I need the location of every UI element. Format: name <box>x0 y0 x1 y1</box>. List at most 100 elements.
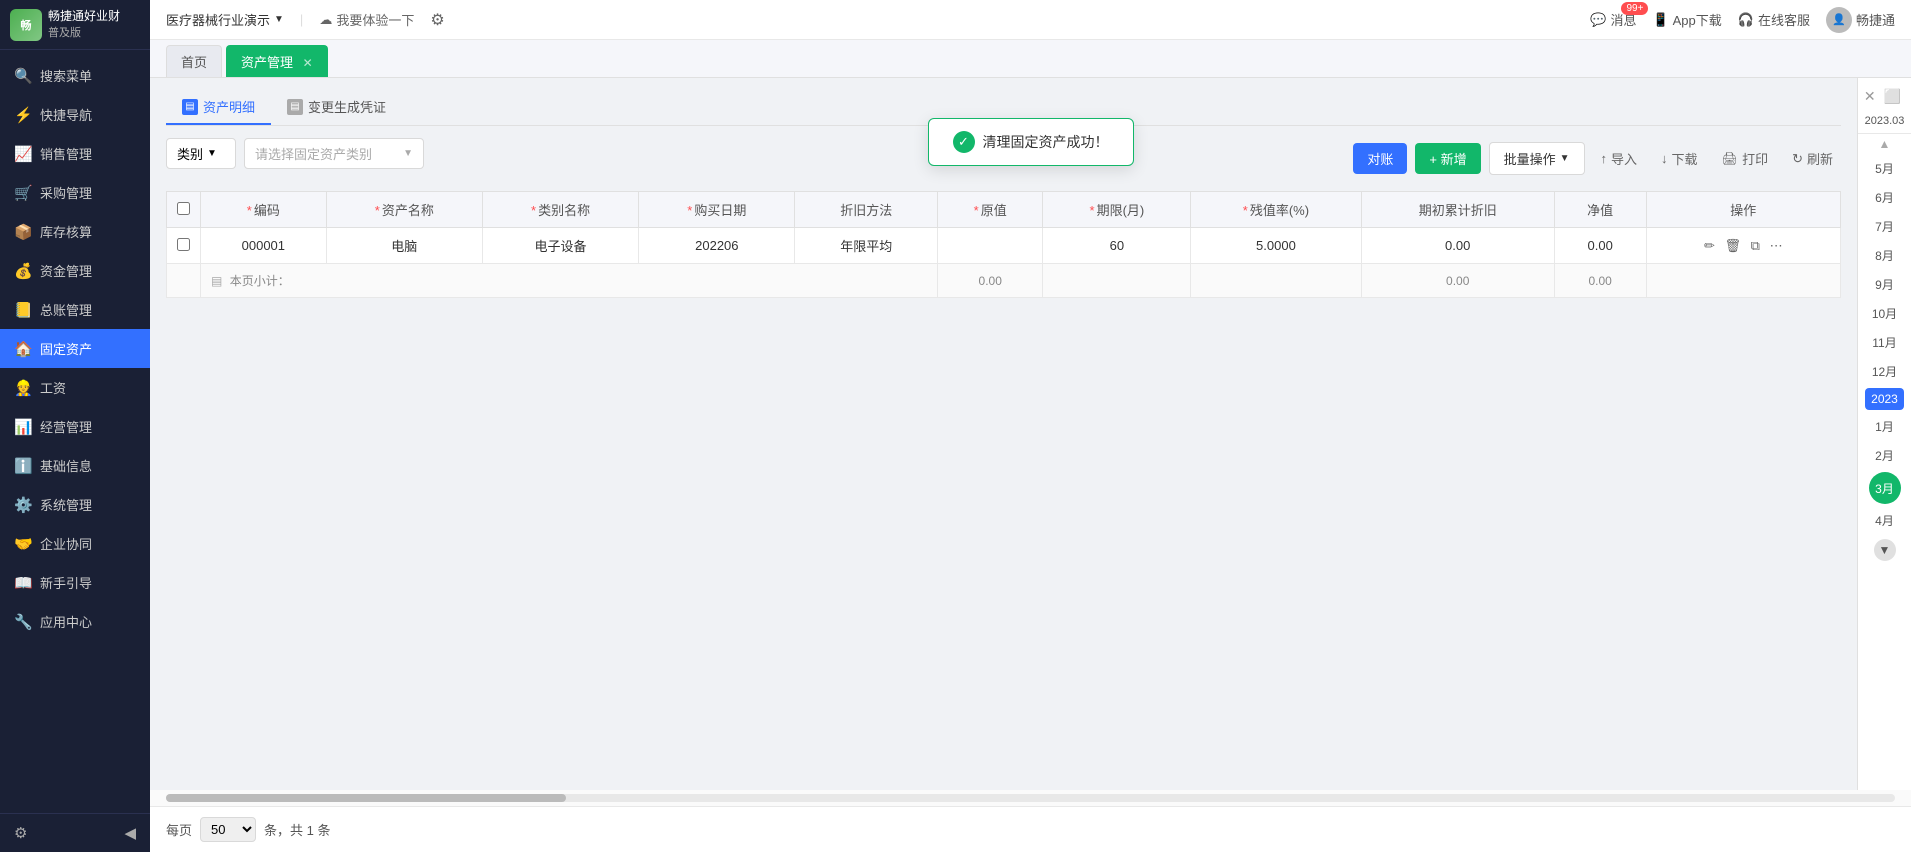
user-btn[interactable]: 👤 畅捷通 <box>1826 7 1895 33</box>
sidebar-item-guide[interactable]: 📖 新手引导 <box>0 563 150 602</box>
sidebar-item-inventory[interactable]: 📦 库存核算 <box>0 212 150 251</box>
category-value-filter[interactable]: 请选择固定资产类别 ▼ <box>244 138 424 169</box>
month-item-11[interactable]: 11月 <box>1858 328 1911 357</box>
month-item-3-active[interactable]: 3月 <box>1869 472 1901 504</box>
app-download-btn[interactable]: 📱 App下载 <box>1652 10 1721 29</box>
category-filter[interactable]: 类别 ▼ <box>166 138 236 169</box>
right-panel-scroll-down[interactable]: ▼ <box>1874 539 1896 561</box>
tab-close-icon[interactable]: ✕ <box>303 56 313 70</box>
avatar: 👤 <box>1826 7 1852 33</box>
col-period: *期限(月) <box>1043 192 1191 228</box>
print-button[interactable]: 🖨 打印 <box>1714 143 1777 174</box>
toast-check-icon: ✓ <box>953 131 975 153</box>
row-checkbox[interactable] <box>177 238 190 251</box>
service-icon: 🎧 <box>1738 12 1754 28</box>
sub-tab-asset-detail[interactable]: ▤ 资产明细 <box>166 90 271 125</box>
sidebar-item-basic-info[interactable]: ℹ️ 基础信息 <box>0 446 150 485</box>
experience-btn[interactable]: ☁ 我要体验一下 <box>319 10 414 29</box>
topbar: 医疗器械行业演示 ▼ | ☁ 我要体验一下 ⚙ 💬 消息 99+ 📱 App下载… <box>150 0 1911 40</box>
tab-home-label: 首页 <box>181 55 207 70</box>
month-item-1[interactable]: 1月 <box>1858 412 1911 441</box>
subtotal-row: ▤ 本页小计： 0.00 0.00 0.00 <box>167 264 1841 298</box>
right-panel-close-icon[interactable]: ✕ <box>1860 84 1880 109</box>
dui-zhang-button[interactable]: 对账 <box>1353 143 1407 174</box>
subtotal-initial-dep: 0.00 <box>1361 264 1554 298</box>
sidebar-item-quick-nav[interactable]: ⚡ 快捷导航 <box>0 95 150 134</box>
per-page-select[interactable]: 50 10 20 100 <box>200 817 256 842</box>
sidebar-item-operations[interactable]: 📊 经营管理 <box>0 407 150 446</box>
sidebar-item-payroll[interactable]: 👷 工资 <box>0 368 150 407</box>
sidebar-item-fixed-assets[interactable]: 🏠 固定资产 <box>0 329 150 368</box>
month-item-12[interactable]: 12月 <box>1858 357 1911 386</box>
total-label: 条，共 1 条 <box>264 820 330 839</box>
month-item-2[interactable]: 2月 <box>1858 441 1911 470</box>
sidebar-item-system[interactable]: ⚙️ 系统管理 <box>0 485 150 524</box>
month-item-6[interactable]: 6月 <box>1858 183 1911 212</box>
scroll-bar-wrap <box>150 790 1911 806</box>
operations-icon: 📊 <box>14 418 32 436</box>
right-panel-expand-icon[interactable]: ⬜ <box>1880 84 1905 109</box>
sidebar-item-label: 库存核算 <box>40 222 92 241</box>
delete-icon[interactable]: 🗑 <box>1725 238 1742 253</box>
sidebar-item-label: 搜索菜单 <box>40 66 92 85</box>
tab-asset-management[interactable]: 资产管理 ✕ <box>226 45 328 77</box>
download-button[interactable]: ↓ 下载 <box>1653 143 1706 174</box>
more-icon[interactable]: ⋯ <box>1770 238 1783 253</box>
sidebar-item-purchase[interactable]: 🛒 采购管理 <box>0 173 150 212</box>
copy-icon[interactable]: ⧉ <box>1751 238 1760 253</box>
month-item-10[interactable]: 10月 <box>1858 299 1911 328</box>
success-toast: ✓ 清理固定资产成功！ <box>928 118 1134 166</box>
topbar-separator: | <box>300 12 303 27</box>
topbar-right: 💬 消息 99+ 📱 App下载 🎧 在线客服 👤 畅捷通 <box>1590 7 1895 33</box>
sidebar: 畅 畅捷通好业财 普及版 🔍 搜索菜单 ⚡ 快捷导航 📈 销售管理 🛒 采购管理… <box>0 0 150 852</box>
collapse-icon[interactable]: ◀ <box>124 824 136 842</box>
sidebar-item-app-center[interactable]: 🔧 应用中心 <box>0 602 150 641</box>
import-button[interactable]: ↑ 导入 <box>1593 143 1646 174</box>
sidebar-item-sales[interactable]: 📈 销售管理 <box>0 134 150 173</box>
select-all-cell[interactable] <box>167 192 201 228</box>
main-wrap: 医疗器械行业演示 ▼ | ☁ 我要体验一下 ⚙ 💬 消息 99+ 📱 App下载… <box>150 0 1911 852</box>
right-panel-scroll-up[interactable]: ▲ <box>1858 134 1911 154</box>
online-service-btn[interactable]: 🎧 在线客服 <box>1738 10 1810 29</box>
month-item-5[interactable]: 5月 <box>1858 154 1911 183</box>
table-row: 000001 电脑 电子设备 202206 年限平均 60 5.0000 0.0… <box>167 228 1841 264</box>
sidebar-item-search[interactable]: 🔍 搜索菜单 <box>0 56 150 95</box>
month-item-7[interactable]: 7月 <box>1858 212 1911 241</box>
topbar-settings-icon[interactable]: ⚙ <box>430 10 444 30</box>
messages-btn[interactable]: 💬 消息 99+ <box>1590 10 1636 29</box>
sidebar-item-label: 工资 <box>40 378 66 397</box>
month-item-9[interactable]: 9月 <box>1858 270 1911 299</box>
batch-button[interactable]: 批量操作 ▼ <box>1489 142 1585 175</box>
month-item-8[interactable]: 8月 <box>1858 241 1911 270</box>
sidebar-item-collab[interactable]: 🤝 企业协同 <box>0 524 150 563</box>
col-net-value: 净值 <box>1554 192 1646 228</box>
company-selector[interactable]: 医疗器械行业演示 ▼ <box>166 10 284 29</box>
edit-icon[interactable]: ✏ <box>1704 238 1715 253</box>
sidebar-item-label: 资金管理 <box>40 261 92 280</box>
guide-icon: 📖 <box>14 574 32 592</box>
sidebar-item-label: 总账管理 <box>40 300 92 319</box>
tab-home[interactable]: 首页 <box>166 45 222 77</box>
settings-icon[interactable]: ⚙ <box>14 824 27 842</box>
basic-info-icon: ℹ️ <box>14 457 32 475</box>
row-checkbox-cell[interactable] <box>167 228 201 264</box>
year-item-2023[interactable]: 2023 <box>1865 388 1904 410</box>
cell-original-value <box>937 228 1043 264</box>
select-all-checkbox[interactable] <box>177 202 190 215</box>
sidebar-item-label: 基础信息 <box>40 456 92 475</box>
sidebar-item-funds[interactable]: 💰 资金管理 <box>0 251 150 290</box>
category-placeholder: 请选择固定资产类别 <box>255 144 372 163</box>
cell-net-value: 0.00 <box>1554 228 1646 264</box>
sub-tab-voucher[interactable]: ▤ 变更生成凭证 <box>271 90 402 125</box>
experience-label: 我要体验一下 <box>336 10 414 29</box>
refresh-button[interactable]: ↻ 刷新 <box>1784 143 1841 174</box>
month-item-4[interactable]: 4月 <box>1858 506 1911 535</box>
new-button[interactable]: + 新增 <box>1415 143 1480 174</box>
system-icon: ⚙️ <box>14 496 32 514</box>
page-content: ▤ 资产明细 ▤ 变更生成凭证 类别 ▼ 请选择固定资产类别 <box>150 78 1911 790</box>
sidebar-item-label: 销售管理 <box>40 144 92 163</box>
cell-period: 60 <box>1043 228 1191 264</box>
sidebar-item-ledger[interactable]: 📒 总账管理 <box>0 290 150 329</box>
quick-nav-icon: ⚡ <box>14 106 32 124</box>
scroll-bar-thumb[interactable] <box>166 794 566 802</box>
